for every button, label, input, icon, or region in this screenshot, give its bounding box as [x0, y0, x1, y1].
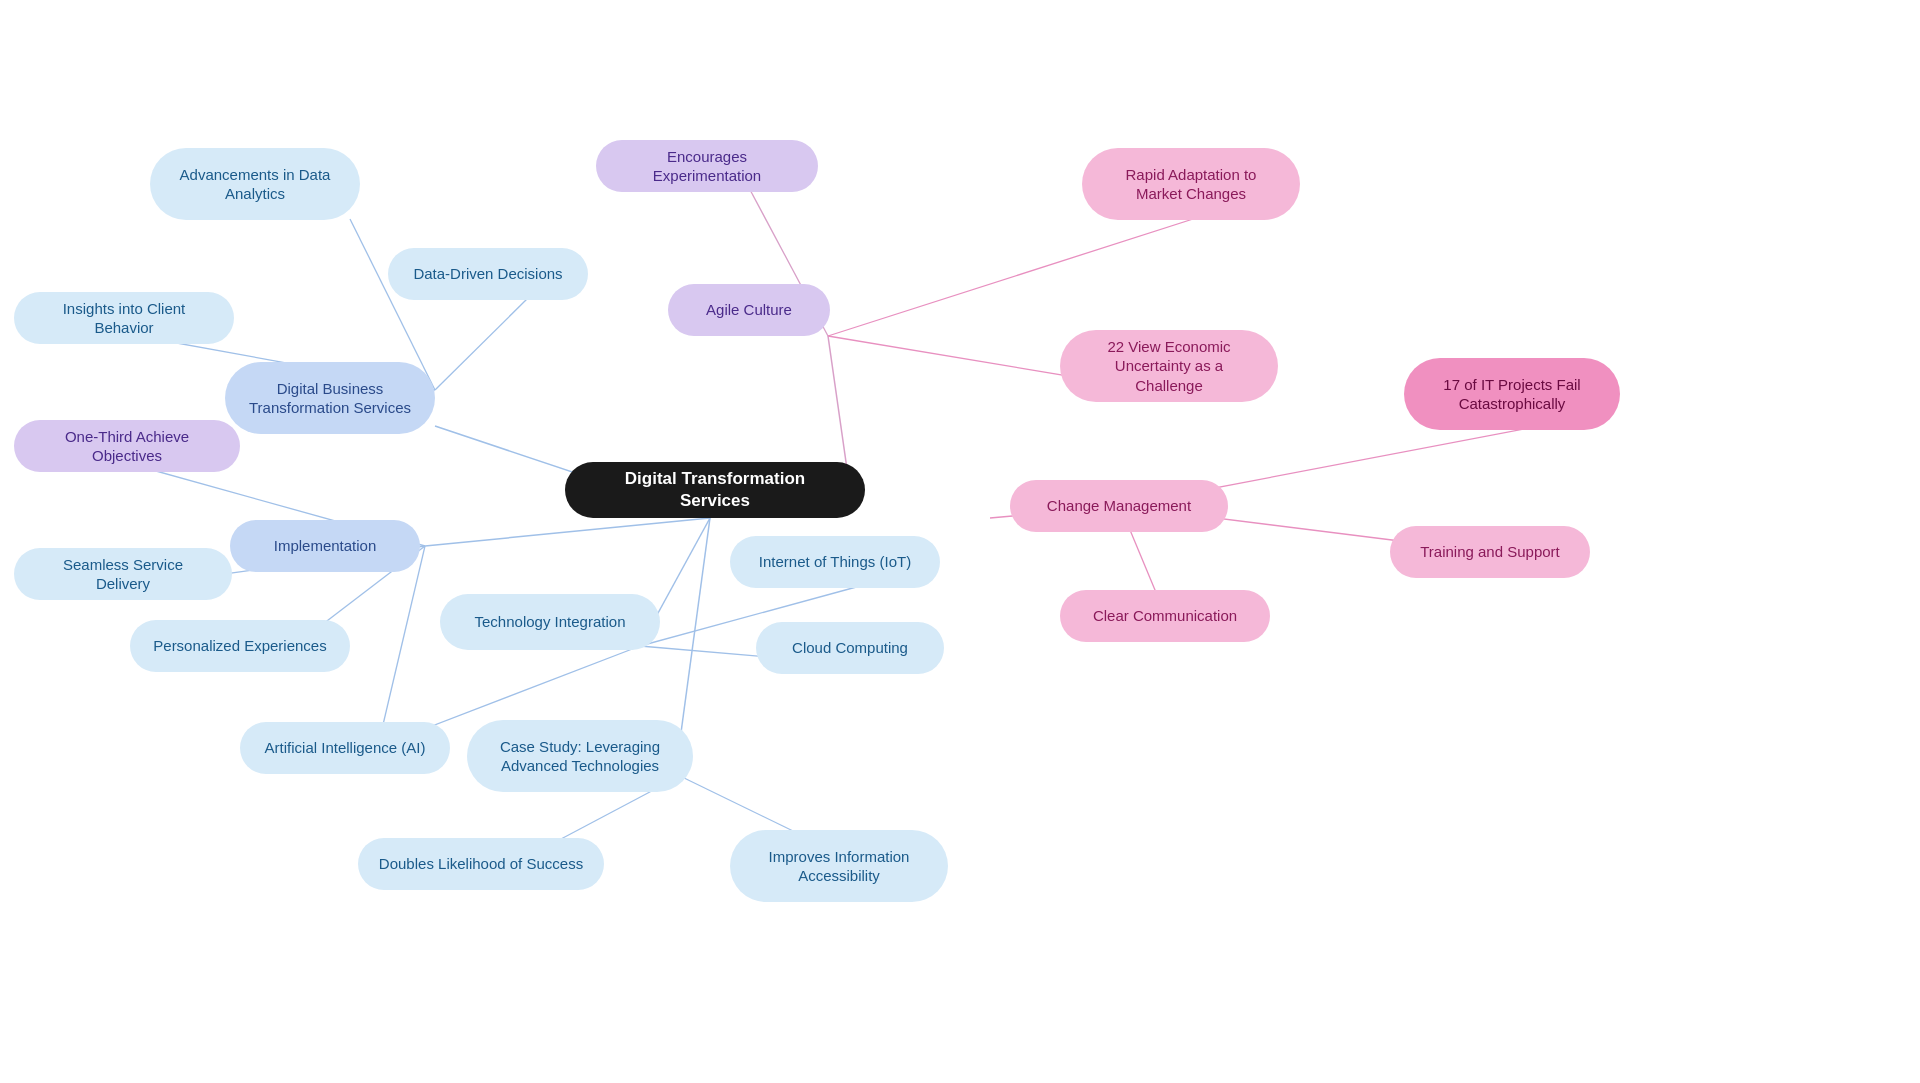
ai-node: Artificial Intelligence (AI)	[240, 722, 450, 774]
cloud-node: Cloud Computing	[756, 622, 944, 674]
technology-integration-node: Technology Integration	[440, 594, 660, 650]
agile-culture-node: Agile Culture	[668, 284, 830, 336]
svg-line-19	[828, 211, 1218, 336]
one-third-node: One-Third Achieve Objectives	[14, 420, 240, 472]
clear-communication-node: Clear Communication	[1060, 590, 1270, 642]
svg-line-3	[680, 518, 710, 740]
it-projects-node: 17 of IT Projects Fail Catastrophically	[1404, 358, 1620, 430]
rapid-adaptation-node: Rapid Adaptation to Market Changes	[1082, 148, 1300, 220]
improves-node: Improves Information Accessibility	[730, 830, 948, 902]
digital-business-node: Digital Business Transformation Services	[225, 362, 435, 434]
svg-line-17	[378, 546, 425, 746]
svg-line-7	[435, 296, 530, 390]
encourages-node: Encourages Experimentation	[596, 140, 818, 192]
seamless-node: Seamless Service Delivery	[14, 548, 232, 600]
svg-line-1	[425, 518, 710, 546]
implementation-node: Implementation	[230, 520, 420, 572]
insights-node: Insights into Client Behavior	[14, 292, 234, 344]
training-node: Training and Support	[1390, 526, 1590, 578]
economic-uncertainty-node: 22 View Economic Uncertainty as a Challe…	[1060, 330, 1278, 402]
doubles-node: Doubles Likelihood of Success	[358, 838, 604, 890]
advancements-node: Advancements in Data Analytics	[150, 148, 360, 220]
change-management-node: Change Management	[1010, 480, 1228, 532]
case-study-node: Case Study: Leveraging Advanced Technolo…	[467, 720, 693, 792]
iot-node: Internet of Things (IoT)	[730, 536, 940, 588]
center-node: Digital Transformation Services	[565, 462, 865, 518]
personalized-node: Personalized Experiences	[130, 620, 350, 672]
data-driven-node: Data-Driven Decisions	[388, 248, 588, 300]
